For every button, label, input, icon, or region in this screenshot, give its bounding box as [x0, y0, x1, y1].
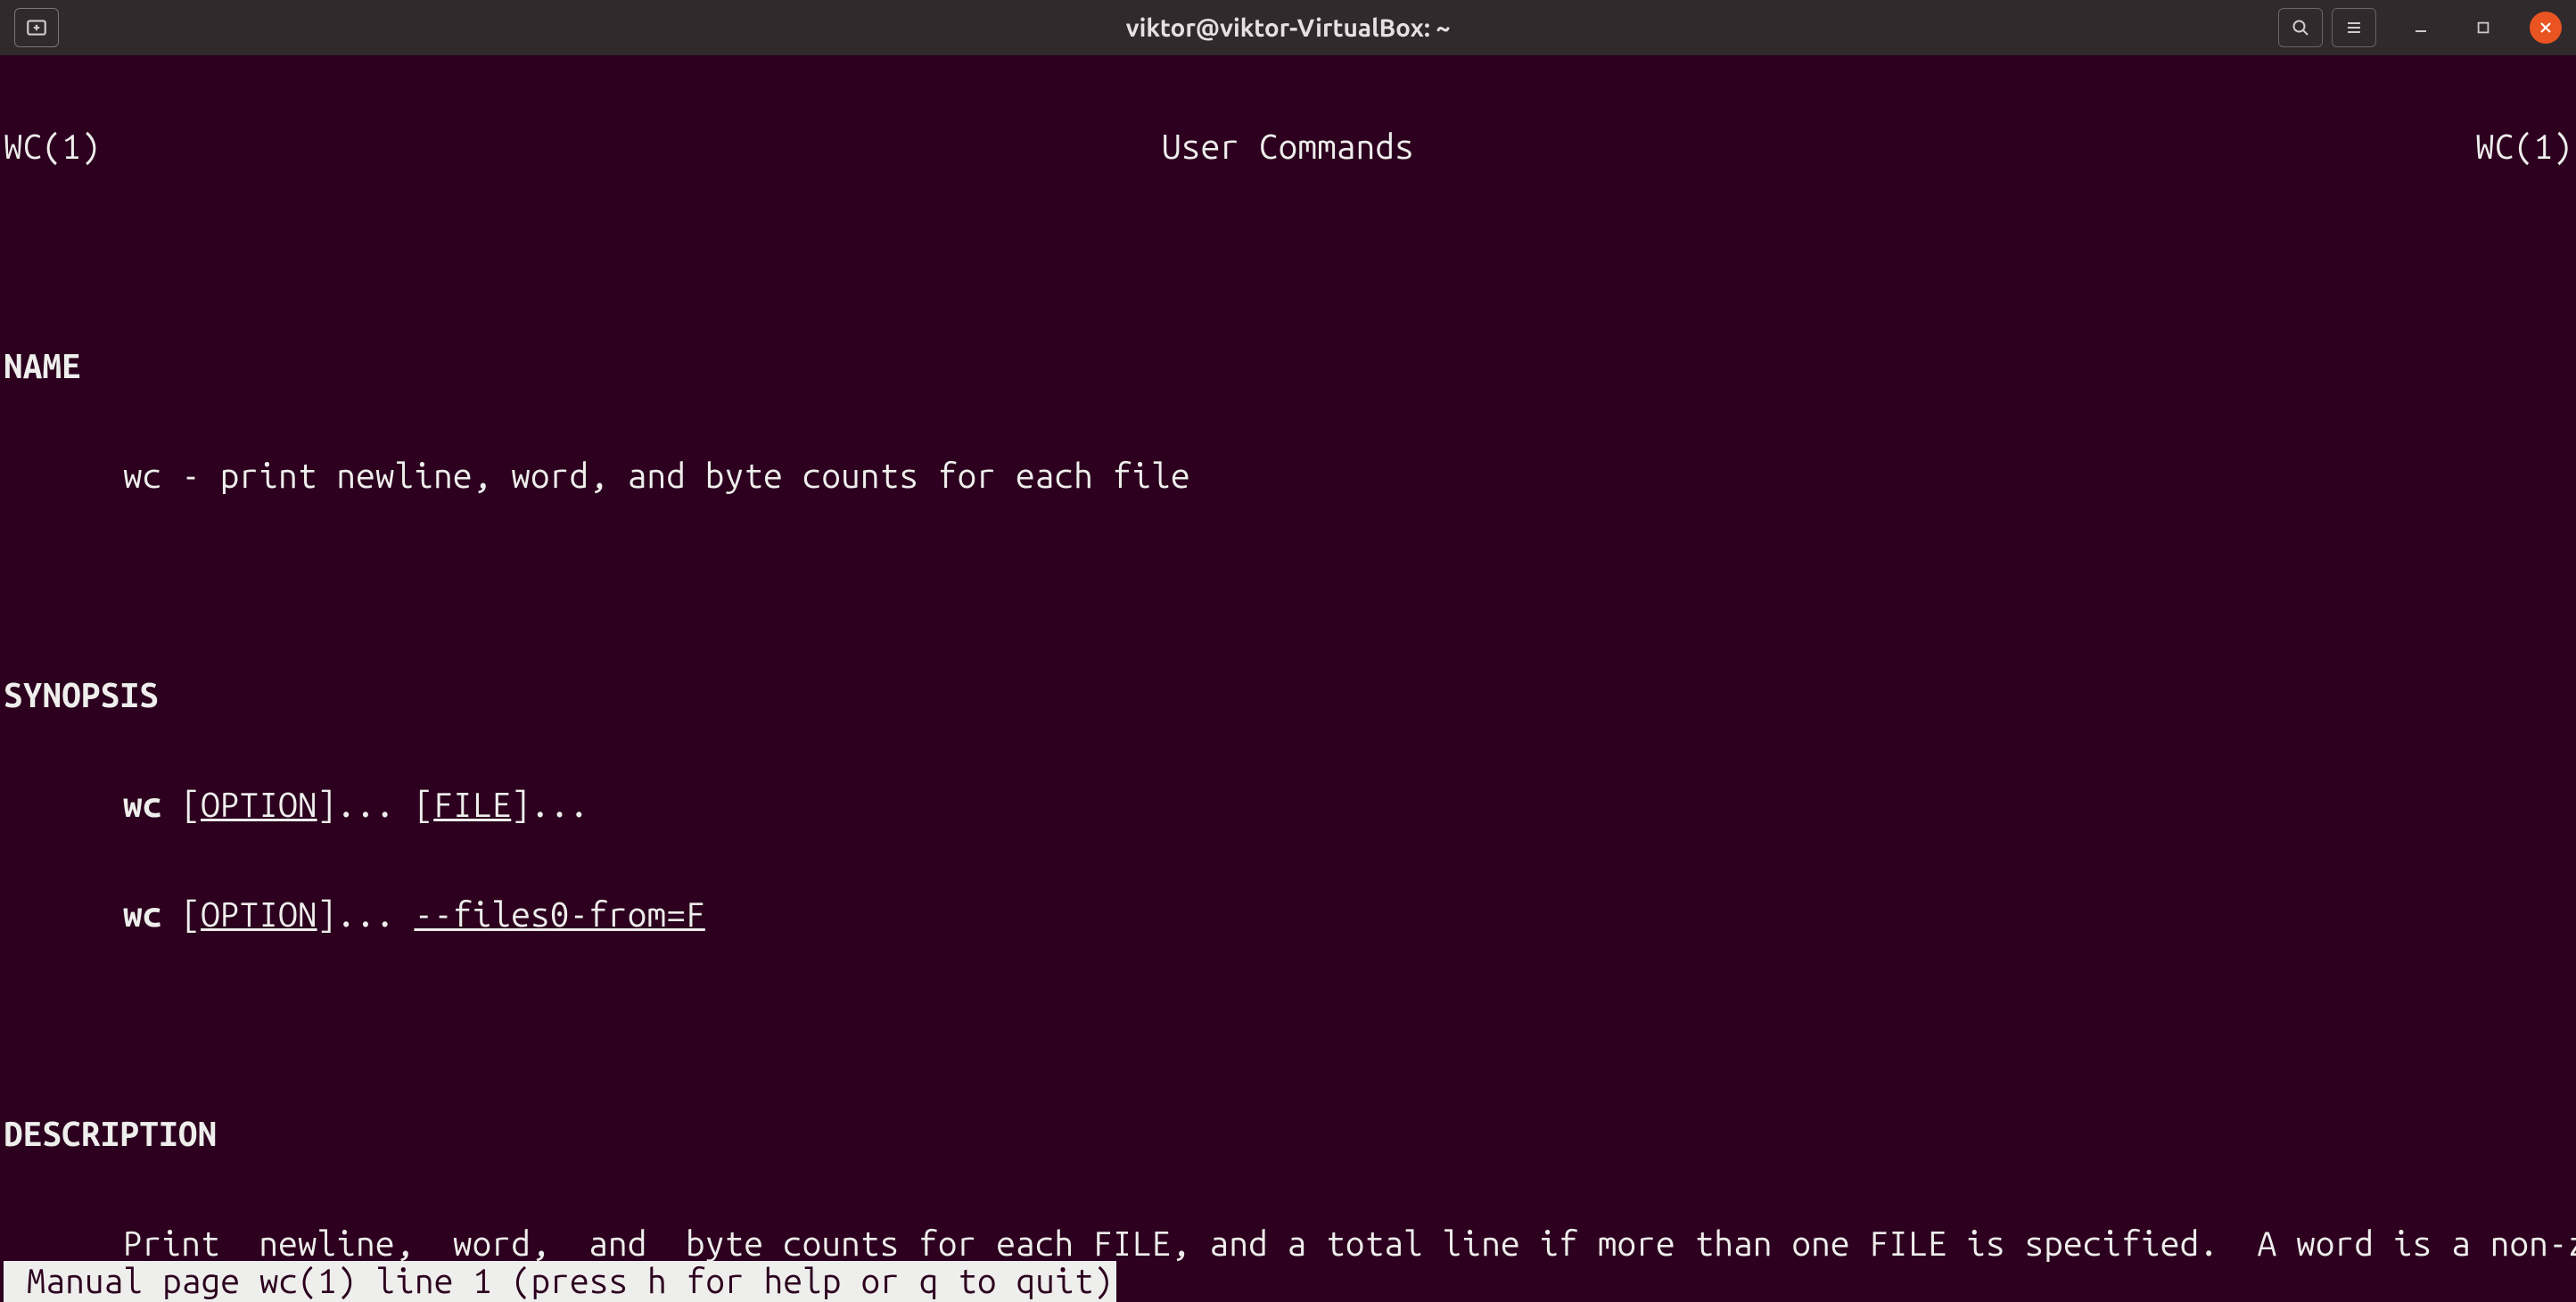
titlebar-left-group — [12, 0, 59, 55]
synopsis-option: OPTION — [201, 786, 317, 824]
search-button[interactable] — [2278, 8, 2323, 47]
minimize-icon — [2412, 19, 2430, 37]
hamburger-icon — [2343, 17, 2365, 38]
synopsis-arg: --files0-from=F — [414, 895, 704, 934]
man-page-content: WC(1) User Commands WC(1) NAME wc - prin… — [0, 55, 2576, 1302]
search-icon — [2290, 17, 2311, 38]
maximize-button[interactable] — [2465, 10, 2501, 45]
titlebar-right-group — [2278, 8, 2564, 47]
synopsis-cmd: wc — [123, 895, 162, 934]
man-header-right: WC(1) — [2475, 128, 2572, 165]
maximize-icon — [2475, 20, 2491, 36]
close-button[interactable] — [2528, 10, 2564, 45]
new-tab-button[interactable] — [14, 8, 59, 47]
section-name-heading: NAME — [0, 348, 2576, 384]
section-synopsis-heading: SYNOPSIS — [0, 677, 2576, 713]
close-icon-circle — [2530, 12, 2562, 44]
close-icon — [2539, 21, 2553, 35]
minimize-button[interactable] — [2403, 10, 2439, 45]
man-status-line[interactable]: Manual page wc(1) line 1 (press h for he… — [4, 1261, 1116, 1302]
man-header-row: WC(1) User Commands WC(1) — [0, 128, 2576, 165]
synopsis-option: OPTION — [201, 895, 317, 934]
new-tab-icon — [25, 16, 48, 39]
man-header-center: User Commands — [1162, 128, 1414, 165]
description-para1a: Print newline, word, and byte counts for… — [0, 1225, 2576, 1262]
synopsis-line-1: wc [OPTION]... [FILE]... — [0, 787, 2576, 823]
window-title: viktor@viktor-VirtualBox: ~ — [1126, 14, 1451, 42]
synopsis-line-2: wc [OPTION]... --files0-from=F — [0, 896, 2576, 933]
terminal-viewport[interactable]: WC(1) User Commands WC(1) NAME wc - prin… — [0, 55, 2576, 1302]
section-description-heading: DESCRIPTION — [0, 1116, 2576, 1152]
menu-button[interactable] — [2332, 8, 2376, 47]
section-name-text: wc - print newline, word, and byte count… — [0, 457, 2576, 494]
window-titlebar: viktor@viktor-VirtualBox: ~ — [0, 0, 2576, 55]
man-header-left: WC(1) — [4, 128, 101, 165]
synopsis-cmd: wc — [123, 786, 162, 824]
synopsis-file: FILE — [433, 786, 511, 824]
